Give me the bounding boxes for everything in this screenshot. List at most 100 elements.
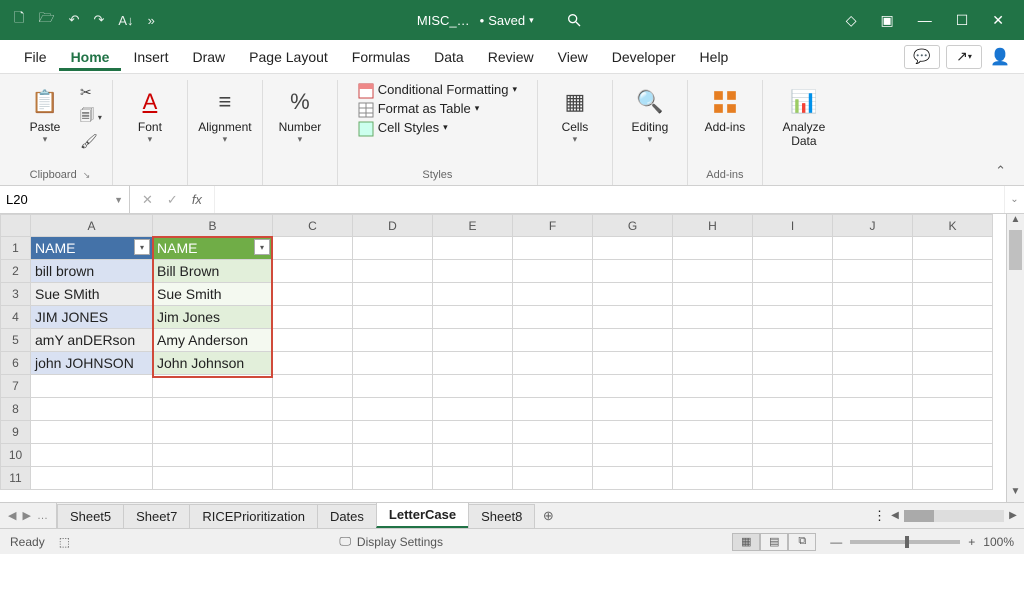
- cell[interactable]: [433, 444, 513, 467]
- cell[interactable]: [433, 421, 513, 444]
- cell[interactable]: [593, 421, 673, 444]
- cell[interactable]: [513, 421, 593, 444]
- cell[interactable]: [433, 260, 513, 283]
- col-header[interactable]: C: [273, 215, 353, 237]
- cell[interactable]: [353, 352, 433, 375]
- save-status[interactable]: • Saved ▾: [480, 13, 534, 28]
- cell[interactable]: [273, 260, 353, 283]
- cell[interactable]: [593, 398, 673, 421]
- cell[interactable]: JIM JONES: [31, 306, 153, 329]
- cell[interactable]: [913, 398, 993, 421]
- cell[interactable]: [753, 444, 833, 467]
- cell[interactable]: [833, 467, 913, 490]
- cell[interactable]: [273, 237, 353, 260]
- cell[interactable]: [353, 237, 433, 260]
- cell[interactable]: [833, 237, 913, 260]
- cell[interactable]: [673, 306, 753, 329]
- cell-grid[interactable]: A B C D E F G H I J K 1NAME▾NAME▾2bill b…: [0, 214, 1006, 502]
- copy-icon[interactable]: 🗐 ▾: [80, 105, 102, 129]
- hscroll-thumb[interactable]: [904, 510, 934, 522]
- cancel-formula-icon[interactable]: ✕: [142, 192, 153, 208]
- scroll-down-icon[interactable]: ▼: [1007, 486, 1024, 502]
- col-header[interactable]: J: [833, 215, 913, 237]
- cell[interactable]: Bill Brown: [153, 260, 273, 283]
- cell[interactable]: [153, 467, 273, 490]
- col-header[interactable]: B: [153, 215, 273, 237]
- cell[interactable]: Jim Jones: [153, 306, 273, 329]
- cell[interactable]: [273, 306, 353, 329]
- cell[interactable]: [673, 283, 753, 306]
- cell[interactable]: [913, 283, 993, 306]
- row-header[interactable]: 4: [1, 306, 31, 329]
- cell[interactable]: [153, 421, 273, 444]
- tab-formulas[interactable]: Formulas: [340, 43, 422, 71]
- sheet-tab[interactable]: Sheet5: [57, 504, 124, 528]
- cell[interactable]: [753, 260, 833, 283]
- cell[interactable]: [273, 467, 353, 490]
- cell[interactable]: [353, 467, 433, 490]
- cell[interactable]: [913, 467, 993, 490]
- view-page-break-button[interactable]: ⧉: [788, 533, 816, 551]
- minimize-button[interactable]: —: [918, 12, 932, 28]
- view-normal-button[interactable]: ▦: [732, 533, 760, 551]
- cell[interactable]: [273, 329, 353, 352]
- name-box-dropdown-icon[interactable]: ▼: [114, 195, 123, 205]
- col-header[interactable]: H: [673, 215, 753, 237]
- cell[interactable]: [353, 260, 433, 283]
- select-all-corner[interactable]: [1, 215, 31, 237]
- cell[interactable]: NAME▾: [153, 237, 273, 260]
- clipboard-dialog-icon[interactable]: ↘: [83, 170, 91, 181]
- row-header[interactable]: 3: [1, 283, 31, 306]
- cell[interactable]: [593, 467, 673, 490]
- sheet-nav-next-icon[interactable]: ▶: [22, 509, 30, 522]
- cell[interactable]: John Johnson: [153, 352, 273, 375]
- cell[interactable]: [753, 306, 833, 329]
- cell-styles-button[interactable]: Cell Styles ▾: [358, 120, 448, 135]
- horizontal-scrollbar[interactable]: ⋮ ◀ ▶: [869, 503, 1024, 528]
- collapse-ribbon-icon[interactable]: ⌃: [985, 157, 1016, 185]
- cell[interactable]: [433, 467, 513, 490]
- cell[interactable]: [753, 375, 833, 398]
- cell[interactable]: [913, 306, 993, 329]
- expand-formula-bar-icon[interactable]: ⌄: [1004, 186, 1024, 213]
- cell[interactable]: [753, 467, 833, 490]
- document-name[interactable]: MISC_…: [417, 13, 470, 28]
- cell[interactable]: [513, 398, 593, 421]
- tab-file[interactable]: File: [12, 43, 59, 71]
- name-box[interactable]: ▼: [0, 186, 130, 213]
- scroll-thumb[interactable]: [1009, 230, 1022, 270]
- row-header[interactable]: 2: [1, 260, 31, 283]
- cell[interactable]: [153, 375, 273, 398]
- fx-icon[interactable]: fx: [192, 192, 202, 207]
- cell[interactable]: [353, 444, 433, 467]
- tab-menu-icon[interactable]: ⋮: [873, 508, 886, 524]
- cell[interactable]: [31, 421, 153, 444]
- cell[interactable]: [513, 306, 593, 329]
- open-file-icon[interactable]: 🗁: [38, 9, 54, 31]
- cell[interactable]: [353, 375, 433, 398]
- cell[interactable]: [433, 398, 513, 421]
- view-page-layout-button[interactable]: ▤: [760, 533, 788, 551]
- row-header[interactable]: 10: [1, 444, 31, 467]
- cell[interactable]: NAME▾: [31, 237, 153, 260]
- close-button[interactable]: ✕: [992, 12, 1004, 29]
- cell[interactable]: [753, 283, 833, 306]
- hscroll-right-icon[interactable]: ▶: [1006, 510, 1020, 521]
- formula-input[interactable]: [214, 186, 1004, 213]
- cell[interactable]: [433, 306, 513, 329]
- cell[interactable]: john JOHNSON: [31, 352, 153, 375]
- conditional-formatting-button[interactable]: Conditional Formatting ▾: [358, 82, 517, 97]
- cell[interactable]: [673, 467, 753, 490]
- row-header[interactable]: 5: [1, 329, 31, 352]
- cell[interactable]: Sue Smith: [153, 283, 273, 306]
- cell[interactable]: [833, 260, 913, 283]
- zoom-slider[interactable]: [850, 540, 960, 544]
- cell[interactable]: [753, 398, 833, 421]
- sheet-tab[interactable]: LetterCase: [376, 502, 469, 528]
- cell[interactable]: [833, 329, 913, 352]
- col-header[interactable]: I: [753, 215, 833, 237]
- analyze-data-button[interactable]: 📊 Analyze Data: [773, 82, 835, 152]
- cell[interactable]: [673, 260, 753, 283]
- cell[interactable]: [273, 444, 353, 467]
- cell[interactable]: [353, 306, 433, 329]
